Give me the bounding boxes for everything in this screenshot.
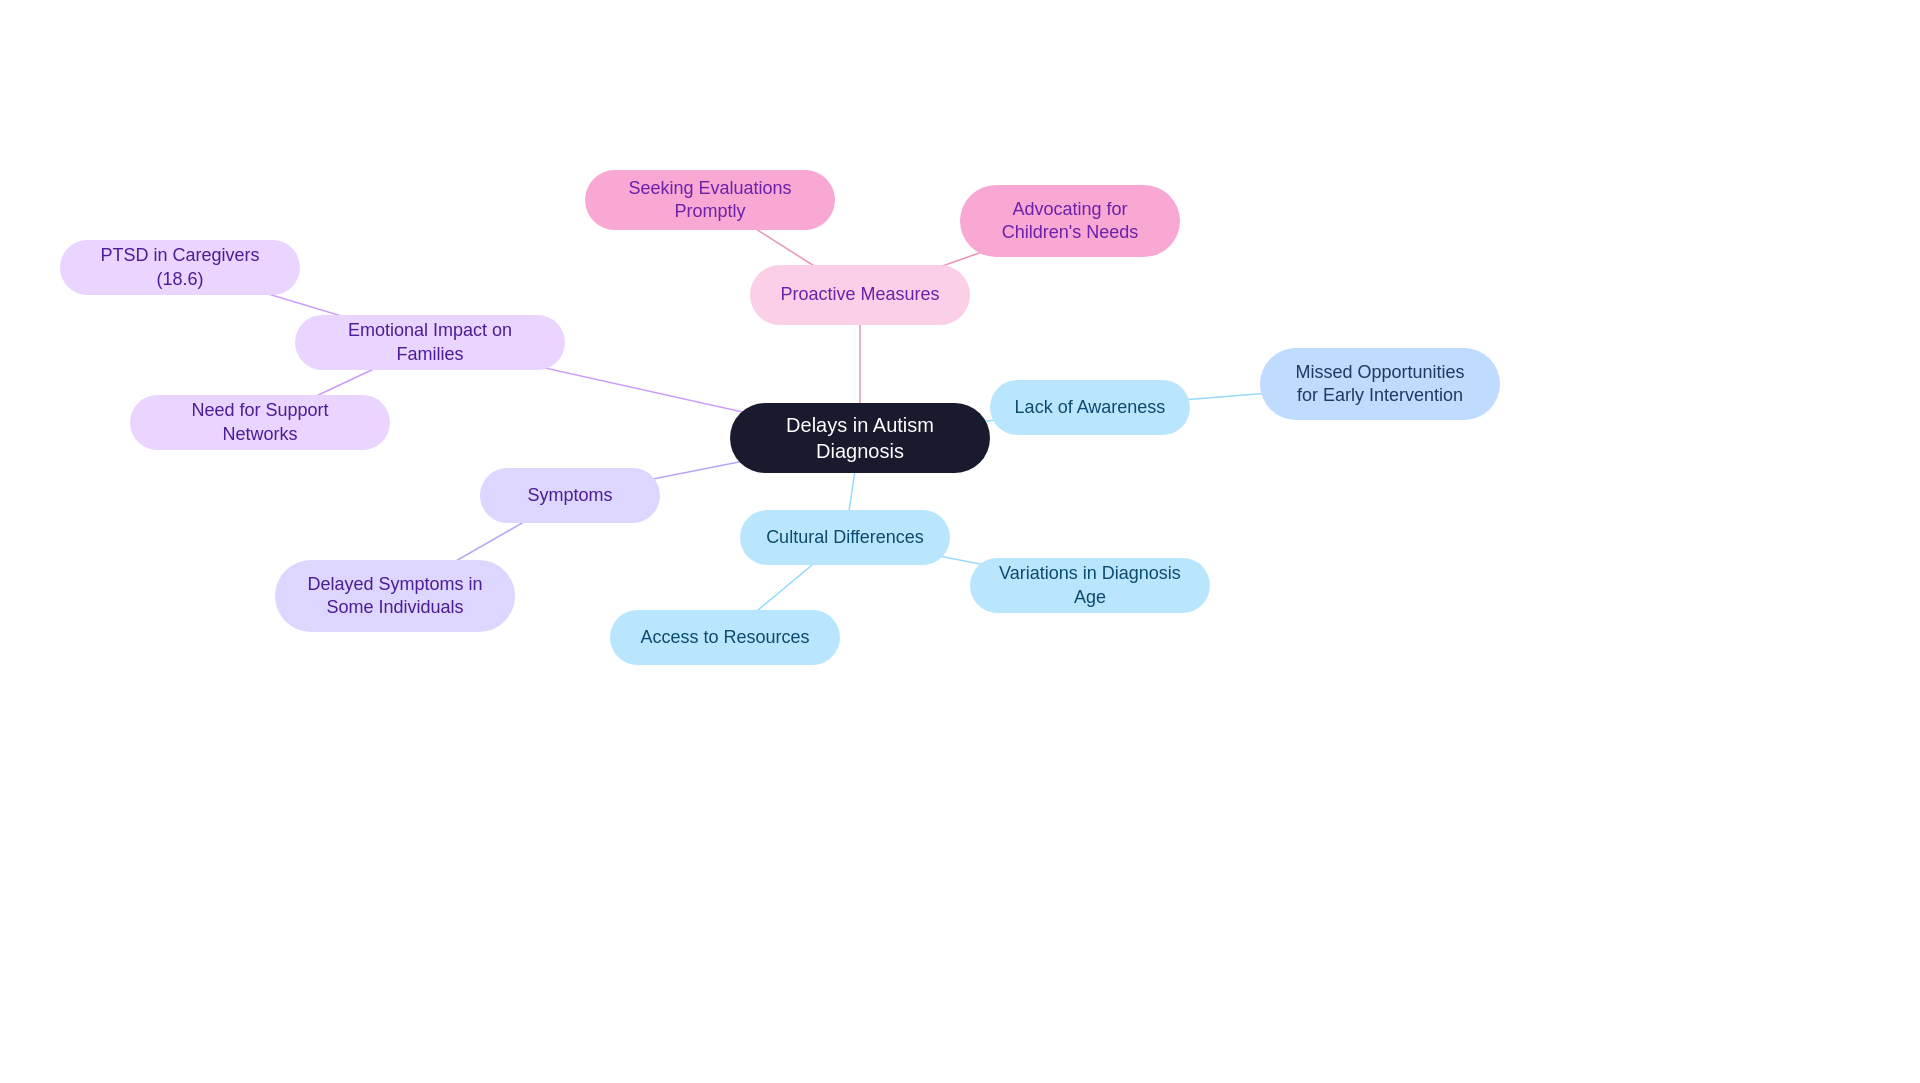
center-node[interactable]: Delays in Autism Diagnosis: [730, 403, 990, 473]
variations-diagnosis-node[interactable]: Variations in Diagnosis Age: [970, 558, 1210, 613]
advocating-node[interactable]: Advocating for Children's Needs: [960, 185, 1180, 257]
lack-awareness-node[interactable]: Lack of Awareness: [990, 380, 1190, 435]
access-resources-node[interactable]: Access to Resources: [610, 610, 840, 665]
emotional-impact-node[interactable]: Emotional Impact on Families: [295, 315, 565, 370]
symptoms-node[interactable]: Symptoms: [480, 468, 660, 523]
missed-opportunities-node[interactable]: Missed Opportunities for Early Intervent…: [1260, 348, 1500, 420]
cultural-differences-node[interactable]: Cultural Differences: [740, 510, 950, 565]
seeking-evaluations-node[interactable]: Seeking Evaluations Promptly: [585, 170, 835, 230]
delayed-symptoms-node[interactable]: Delayed Symptoms in Some Individuals: [275, 560, 515, 632]
ptsd-node[interactable]: PTSD in Caregivers (18.6): [60, 240, 300, 295]
need-support-node[interactable]: Need for Support Networks: [130, 395, 390, 450]
proactive-measures-node[interactable]: Proactive Measures: [750, 265, 970, 325]
